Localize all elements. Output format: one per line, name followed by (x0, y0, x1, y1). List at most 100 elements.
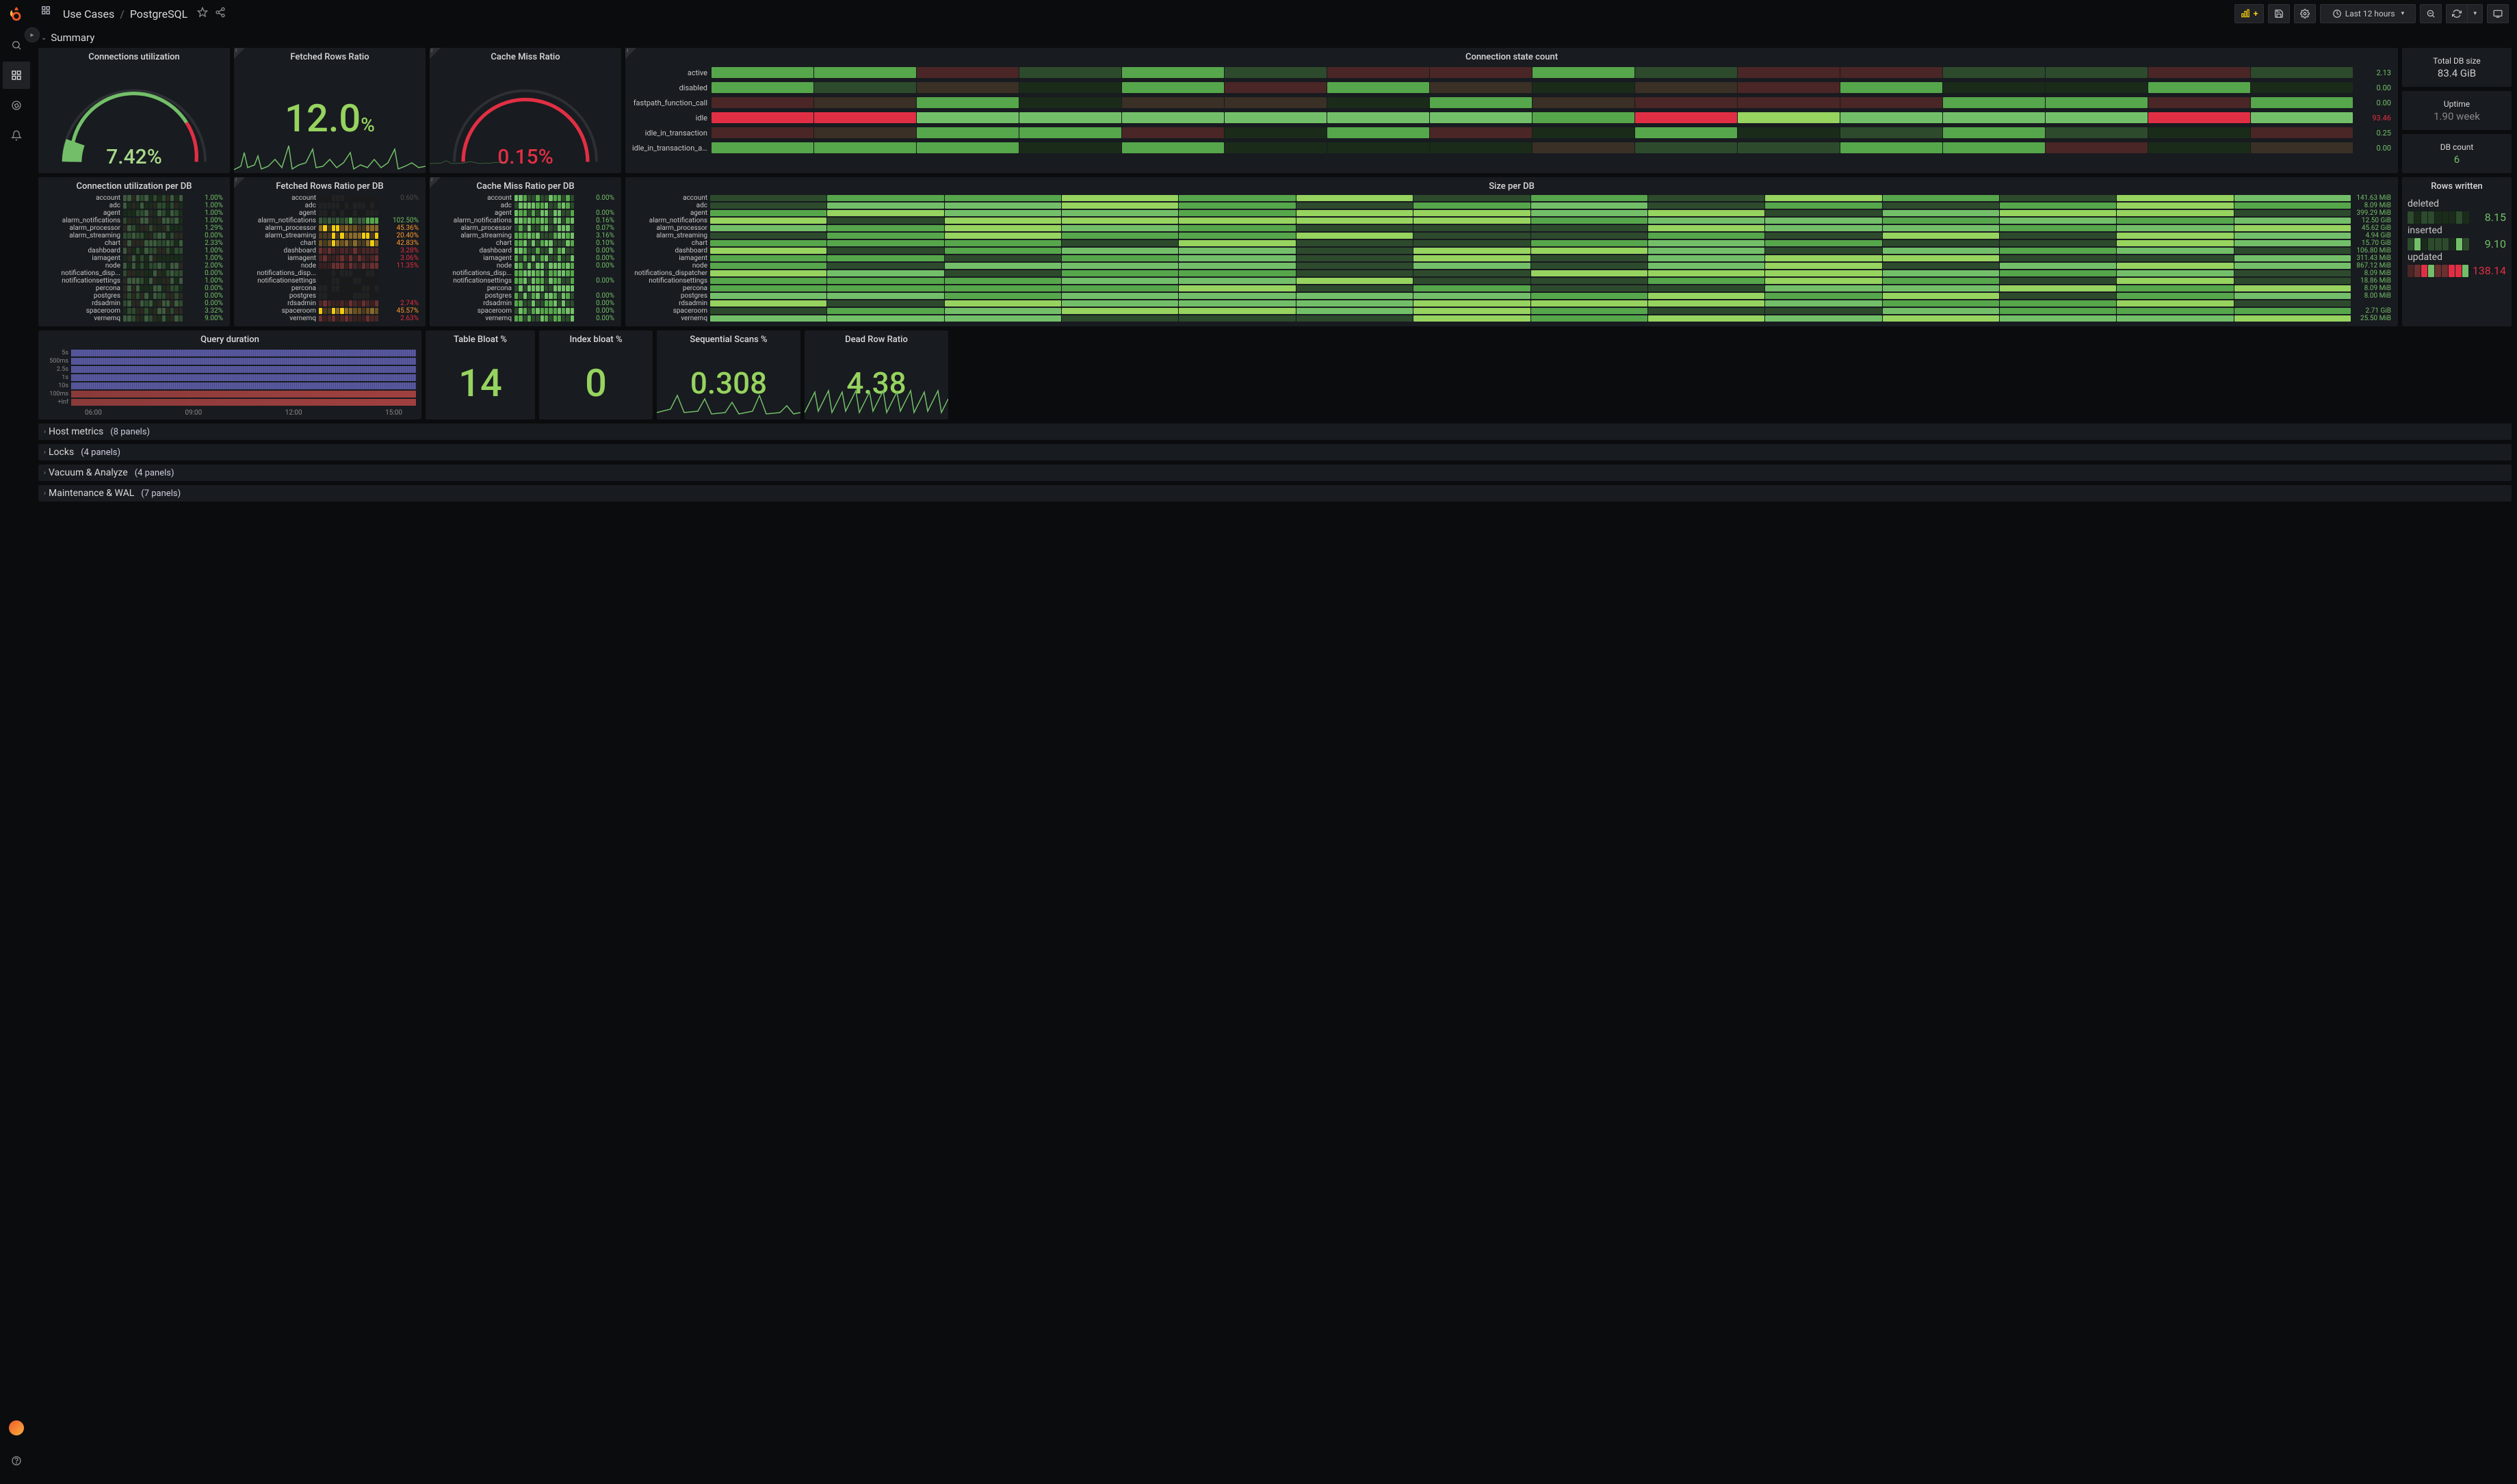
rows-written-body: deleted 8.15 inserted 9.10 updated 138.1… (2402, 193, 2512, 281)
state-row: disabled 0.00 (632, 80, 2391, 95)
heatmap-row: 1s (44, 374, 416, 382)
db-row: alarm_streaming 4.94 GiB (632, 232, 2391, 239)
panel-table-bloat[interactable]: Table Bloat % 14 (426, 330, 535, 419)
panel-conn-util-per-db[interactable]: Connection utilization per DB account 1.… (38, 177, 230, 326)
db-row: rdsadmin 0.00% (45, 300, 223, 307)
refresh-interval-dropdown[interactable]: ▾ (2467, 4, 2483, 23)
db-row: agent (241, 209, 419, 217)
db-row: agent 399.29 MiB (632, 209, 2391, 217)
db-table: account 0.00% adc agent 0.00% alarm_noti… (430, 193, 621, 326)
share-icon[interactable] (215, 7, 226, 21)
rows-written-item: updated 138.14 (2408, 252, 2506, 277)
heatmap-row: 100ms (44, 390, 416, 398)
db-row: spaceroom 45.57% (241, 307, 419, 315)
db-row: notificationsettings (241, 277, 419, 285)
dashboards-icon[interactable] (3, 62, 30, 89)
help-icon[interactable] (3, 1447, 30, 1474)
db-row: account 1.00% (45, 194, 223, 202)
db-row: account 0.00% (436, 194, 614, 202)
navigation-sidebar: ▸ (0, 0, 33, 1484)
db-row: iamagent 311.43 MiB (632, 255, 2391, 262)
db-row: node 867.12 MiB (632, 262, 2391, 270)
db-row: rdsadmin 2.74% (241, 300, 419, 307)
db-row: percona (241, 285, 419, 292)
breadcrumb-separator: / (120, 8, 125, 21)
panel-size-per-db[interactable]: Size per DB account 141.63 MiB adc 8.09 … (625, 177, 2398, 326)
db-row: percona 0.00% (45, 285, 223, 292)
heatmap-row: 2.5s (44, 365, 416, 374)
db-row: alarm_notifications 102.50% (241, 217, 419, 224)
grafana-logo-icon[interactable] (7, 5, 26, 25)
db-row: notifications_disp... 0.00% (45, 270, 223, 277)
sparkline (657, 385, 800, 419)
dashboard-topbar: Use Cases / PostgreSQL + Last 12 hours▾ … (33, 0, 2517, 27)
collapsed-row-toggle[interactable]: › Vacuum & Analyze (4 panels) (38, 465, 2512, 481)
panel-seq-scans[interactable]: Sequential Scans % 0.308 (657, 330, 800, 419)
chevron-right-icon: › (44, 469, 46, 477)
db-row: dashboard 0.00% (436, 247, 614, 255)
db-row: vernemq 2.63% (241, 315, 419, 322)
alerting-icon[interactable] (3, 122, 30, 149)
collapsed-row-toggle[interactable]: › Maintenance & WAL (7 panels) (38, 485, 2512, 502)
chevron-right-icon: › (44, 490, 46, 497)
db-row: notifications_disp... (241, 270, 419, 277)
collapsed-row-toggle[interactable]: › Host metrics (8 panels) (38, 424, 2512, 440)
db-table: account 141.63 MiB adc 8.09 MiB agent 39… (625, 193, 2398, 326)
panel-fetched-rows-ratio[interactable]: i Fetched Rows Ratio 12.0% (234, 48, 426, 173)
panel-query-duration[interactable]: Query duration 5s500ms2.5s1s10s100ms+Inf… (38, 330, 421, 419)
sparkline (805, 385, 948, 419)
db-row: account 0.60% (241, 194, 419, 202)
db-row: postgres 8.00 MiB (632, 292, 2391, 300)
gauge-value: 7.42% (38, 145, 230, 169)
star-icon[interactable] (197, 7, 208, 21)
save-button[interactable] (2268, 4, 2290, 23)
panel-fetched-ratio-per-db[interactable]: i Fetched Rows Ratio per DB account 0.60… (234, 177, 426, 326)
small-stat-panel[interactable]: Uptime1.90 week (2402, 91, 2512, 130)
db-row: spaceroom 2.71 GiB (632, 307, 2391, 315)
db-row: alarm_notifications 12.50 GiB (632, 217, 2391, 224)
collapsed-row-toggle[interactable]: › Locks (4 panels) (38, 444, 2512, 460)
db-row: postgres 0.00% (45, 292, 223, 300)
tv-mode-button[interactable] (2487, 4, 2509, 23)
panel-cache-miss-per-db[interactable]: i Cache Miss Ratio per DB account 0.00% … (430, 177, 621, 326)
db-row: alarm_notifications 0.16% (436, 217, 614, 224)
db-row: account 141.63 MiB (632, 194, 2391, 202)
panel-index-bloat[interactable]: Index bloat % 0 (539, 330, 653, 419)
db-row: iamagent 3.06% (241, 255, 419, 262)
db-row: alarm_processor 0.07% (436, 224, 614, 232)
breadcrumb-folder[interactable]: Use Cases (63, 8, 114, 21)
panel-connection-state-count[interactable]: i Connection state count active 2.13 dis… (625, 48, 2398, 173)
db-row: percona 8.09 MiB (632, 285, 2391, 292)
refresh-button[interactable] (2446, 4, 2467, 23)
panel-dead-row-ratio[interactable]: Dead Row Ratio 4.38 (805, 330, 948, 419)
small-stat-panel[interactable]: Total DB size83.4 GiB (2402, 48, 2512, 87)
db-row: alarm_streaming 0.00% (45, 232, 223, 239)
row-summary-toggle[interactable]: ⌄ Summary (38, 27, 2512, 48)
db-row: notificationsettings 18.86 MiB (632, 277, 2391, 285)
breadcrumb-dashboard[interactable]: PostgreSQL (130, 8, 187, 21)
db-row: rdsadmin (632, 300, 2391, 307)
db-row: agent 1.00% (45, 209, 223, 217)
panel-cache-miss-ratio[interactable]: i Cache Miss Ratio 0.15% (430, 48, 621, 173)
db-row: rdsadmin 0.00% (436, 300, 614, 307)
time-range-picker[interactable]: Last 12 hours▾ (2320, 4, 2416, 23)
db-row: chart 2.33% (45, 239, 223, 247)
zoom-out-button[interactable] (2420, 4, 2442, 23)
row-title: Summary (51, 31, 94, 44)
db-row: agent 0.00% (436, 209, 614, 217)
panel-connections-utilization[interactable]: Connections utilization 7.42% (38, 48, 230, 173)
small-stat-panel[interactable]: DB count6 (2402, 134, 2512, 173)
db-row: dashboard 1.00% (45, 247, 223, 255)
db-row: spaceroom 0.00% (436, 307, 614, 315)
panel-rows-written[interactable]: Rows written deleted 8.15 inserted 9.10 … (2402, 177, 2512, 326)
settings-button[interactable] (2294, 4, 2316, 23)
expand-sidebar-button[interactable]: ▸ (25, 27, 40, 42)
apps-icon[interactable] (41, 5, 57, 22)
db-row: notifications_disp... (436, 270, 614, 277)
add-panel-button[interactable]: + (2234, 4, 2265, 23)
db-row: dashboard 106.80 MiB (632, 247, 2391, 255)
profile-icon[interactable] (3, 1414, 30, 1442)
db-row: adc 1.00% (45, 202, 223, 209)
db-row: adc (241, 202, 419, 209)
explore-icon[interactable] (3, 92, 30, 119)
